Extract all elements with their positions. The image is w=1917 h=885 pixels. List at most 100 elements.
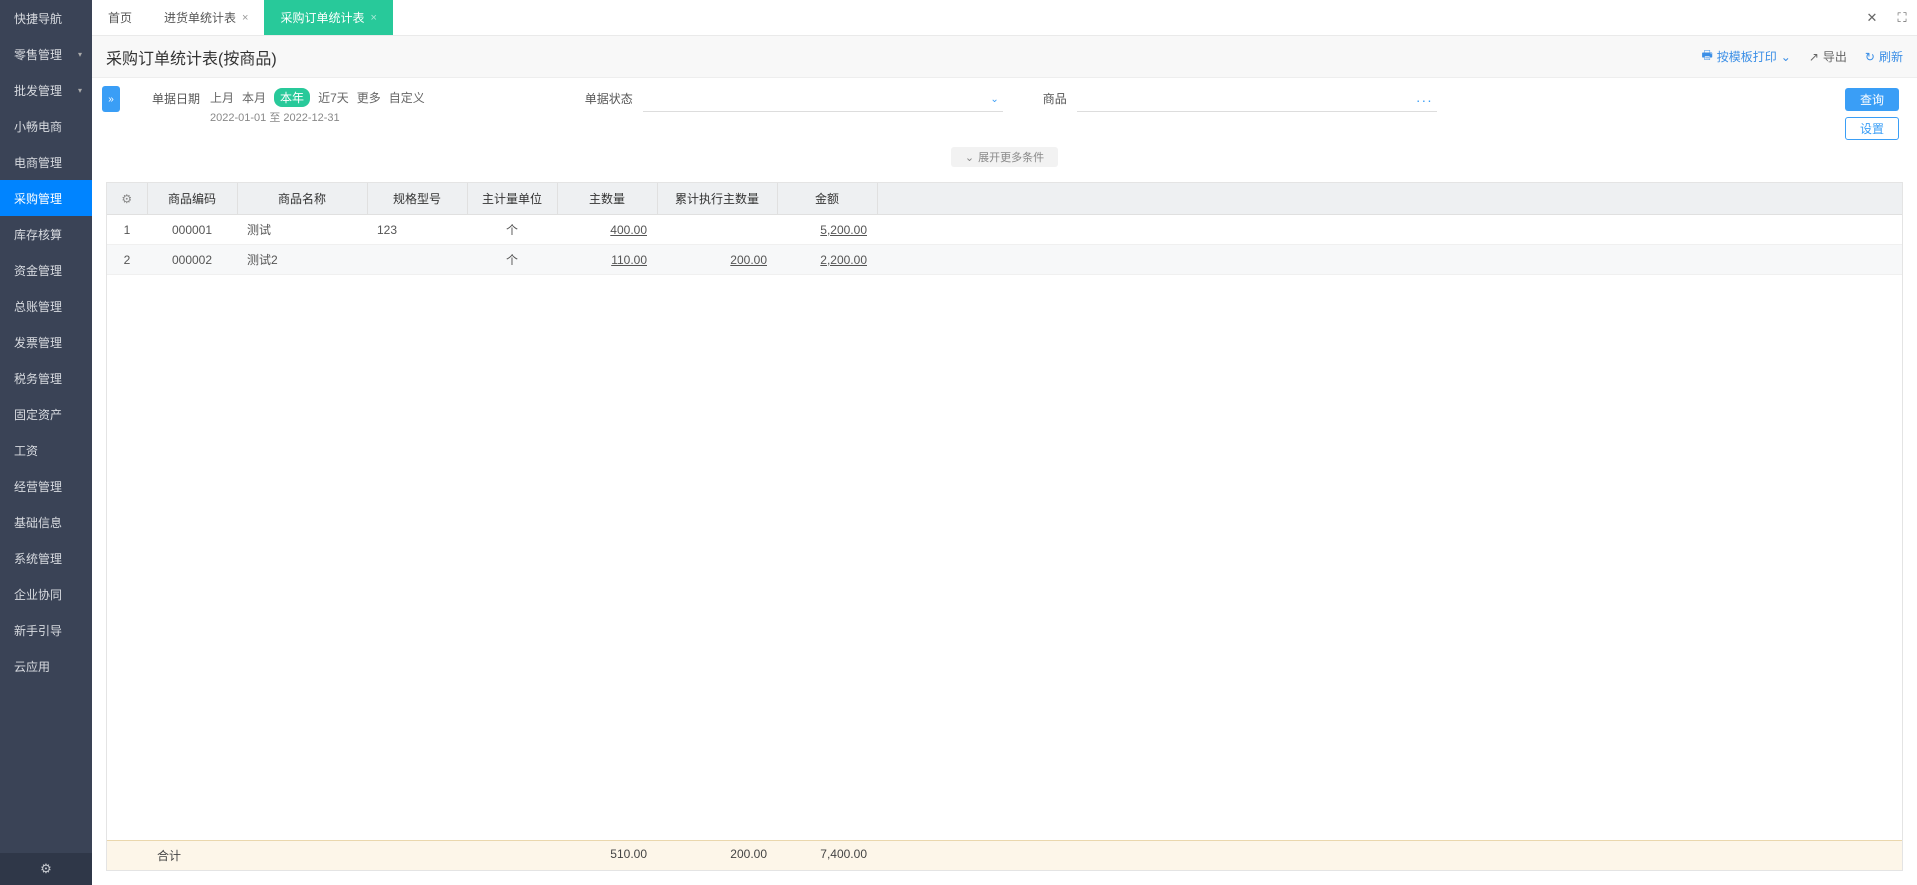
sidebar-item[interactable]: 零售管理▾ <box>0 36 92 72</box>
sidebar-item[interactable]: 批发管理▾ <box>0 72 92 108</box>
gear-icon: ⚙ <box>40 861 52 877</box>
template-print-button[interactable]: 🖶 按模板打印 ⌄ <box>1701 46 1790 67</box>
sidebar-item[interactable]: 税务管理 <box>0 360 92 396</box>
table-cell <box>367 245 467 275</box>
date-option[interactable]: 近7天 <box>318 89 349 106</box>
sidebar-item-label: 总账管理 <box>14 298 62 315</box>
sidebar-item-label: 基础信息 <box>14 514 62 531</box>
sidebar-item-label: 小畅电商 <box>14 118 62 135</box>
tab-label: 进货单统计表 <box>164 9 236 26</box>
column-header: 规格型号 <box>367 183 467 215</box>
date-option[interactable]: 自定义 <box>389 89 425 106</box>
tab[interactable]: 首页 <box>92 0 148 35</box>
date-option[interactable]: 上月 <box>210 89 234 106</box>
refresh-button[interactable]: ↻ 刷新 <box>1865 48 1903 65</box>
sidebar-settings[interactable]: ⚙ <box>0 853 92 885</box>
sidebar-item-label: 快捷导航 <box>14 10 62 27</box>
date-option[interactable]: 本月 <box>242 89 266 106</box>
export-button[interactable]: ↗ 导出 <box>1809 48 1847 65</box>
more-icon: ··· <box>1416 92 1433 108</box>
sidebar-item[interactable]: 基础信息 <box>0 504 92 540</box>
table-cell: 5,200.00 <box>777 215 877 245</box>
sidebar-item[interactable]: 固定资产 <box>0 396 92 432</box>
sidebar-item[interactable]: 发票管理 <box>0 324 92 360</box>
table-cell: 110.00 <box>557 245 657 275</box>
table-cell: 000001 <box>147 215 237 245</box>
sidebar-item[interactable]: 快捷导航 <box>0 0 92 36</box>
sidebar-item[interactable]: 库存核算 <box>0 216 92 252</box>
filter-status-select[interactable]: ⌄ <box>643 88 1003 112</box>
filter-date-group: 单据日期 上月本月本年近7天更多自定义 2022-01-01 至 2022-12… <box>152 88 425 125</box>
close-icon[interactable]: × <box>370 12 376 24</box>
column-filler <box>877 183 1902 215</box>
printer-icon: 🖶 <box>1701 46 1712 67</box>
table-cell: 200.00 <box>657 245 777 275</box>
column-header: 主数量 <box>557 183 657 215</box>
sidebar-item[interactable]: 工资 <box>0 432 92 468</box>
date-option[interactable]: 更多 <box>357 89 381 106</box>
chevron-down-icon: ⌄ <box>990 94 998 105</box>
sidebar-item[interactable]: 系统管理 <box>0 540 92 576</box>
sidebar-item[interactable]: 电商管理 <box>0 144 92 180</box>
sidebar-item[interactable]: 经营管理 <box>0 468 92 504</box>
caret-down-icon: ▾ <box>78 50 82 59</box>
refresh-label: 刷新 <box>1879 48 1903 65</box>
column-header: 累计执行主数量 <box>657 183 777 215</box>
totals-row: 合计 510.00 200.00 7,400.00 <box>107 840 1902 870</box>
table-cell: 1 <box>107 215 147 245</box>
sidebar-item-label: 固定资产 <box>14 406 62 423</box>
settings-button[interactable]: 设置 <box>1845 117 1899 140</box>
export-icon: ↗ <box>1809 50 1819 64</box>
sidebar-item[interactable]: 云应用 <box>0 648 92 684</box>
filter-status-label: 单据状态 <box>585 88 633 107</box>
page-title: 采购订单统计表(按商品) <box>106 45 277 69</box>
table-cell: 个 <box>467 215 557 245</box>
totals-label: 合计 <box>147 847 237 864</box>
column-header: 商品名称 <box>237 183 367 215</box>
expand-filters-label: 展开更多条件 <box>978 149 1044 165</box>
close-icon[interactable]: × <box>242 12 248 24</box>
tab[interactable]: 进货单统计表 × <box>148 0 264 35</box>
tab-label: 采购订单统计表 <box>280 9 364 26</box>
table-cell: 400.00 <box>557 215 657 245</box>
totals-amount: 7,400.00 <box>777 847 877 864</box>
collapse-filter-button[interactable]: » <box>102 86 120 112</box>
fullscreen-button[interactable]: ⛶ <box>1887 0 1917 35</box>
column-header: 商品编码 <box>147 183 237 215</box>
filter-date-range: 2022-01-01 至 2022-12-31 <box>210 109 425 125</box>
chevron-right-icon: » <box>108 94 114 105</box>
totals-exec-qty: 200.00 <box>657 847 777 864</box>
filter-product-group: 商品 ··· <box>1043 88 1437 112</box>
filter-panel: » 单据日期 上月本月本年近7天更多自定义 2022-01-01 至 2022-… <box>92 78 1917 168</box>
sidebar-item-label: 发票管理 <box>14 334 62 351</box>
table-cell: 2 <box>107 245 147 275</box>
sidebar-item-label: 工资 <box>14 442 38 459</box>
sidebar-item-label: 经营管理 <box>14 478 62 495</box>
caret-down-icon: ▾ <box>78 86 82 95</box>
sidebar-item[interactable]: 总账管理 <box>0 288 92 324</box>
table-cell <box>877 245 1902 275</box>
sidebar-item[interactable]: 新手引导 <box>0 612 92 648</box>
close-tab-button[interactable]: ✕ <box>1857 0 1887 35</box>
filter-product-input[interactable]: ··· <box>1077 88 1437 112</box>
gear-icon: ⚙ <box>121 192 132 206</box>
date-option[interactable]: 本年 <box>274 88 310 107</box>
sidebar-item-label: 采购管理 <box>14 190 62 207</box>
search-button[interactable]: 查询 <box>1845 88 1899 111</box>
sidebar-item[interactable]: 采购管理 <box>0 180 92 216</box>
sidebar-item[interactable]: 小畅电商 <box>0 108 92 144</box>
table-cell <box>877 215 1902 245</box>
table-row[interactable]: 2000002测试2个110.00200.002,200.00 <box>107 245 1902 275</box>
sidebar-item[interactable]: 资金管理 <box>0 252 92 288</box>
main-area: 首页进货单统计表 × 采购订单统计表 × ✕ ⛶ 采购订单统计表(按商品) 🖶 按模板… <box>92 0 1917 885</box>
tab[interactable]: 采购订单统计表 × <box>264 0 392 35</box>
table-row[interactable]: 1000001测试123个400.005,200.00 <box>107 215 1902 245</box>
column-settings[interactable]: ⚙ <box>107 183 147 215</box>
sidebar-item[interactable]: 企业协同 <box>0 576 92 612</box>
refresh-icon: ↻ <box>1865 50 1875 64</box>
expand-filters-button[interactable]: ⌄ 展开更多条件 <box>951 147 1058 167</box>
sidebar-item-label: 企业协同 <box>14 586 62 603</box>
template-print-label: 按模板打印 <box>1717 48 1777 65</box>
table-area: ⚙商品编码商品名称规格型号主计量单位主数量累计执行主数量金额 1000001测试… <box>92 168 1917 885</box>
sidebar-item-label: 库存核算 <box>14 226 62 243</box>
